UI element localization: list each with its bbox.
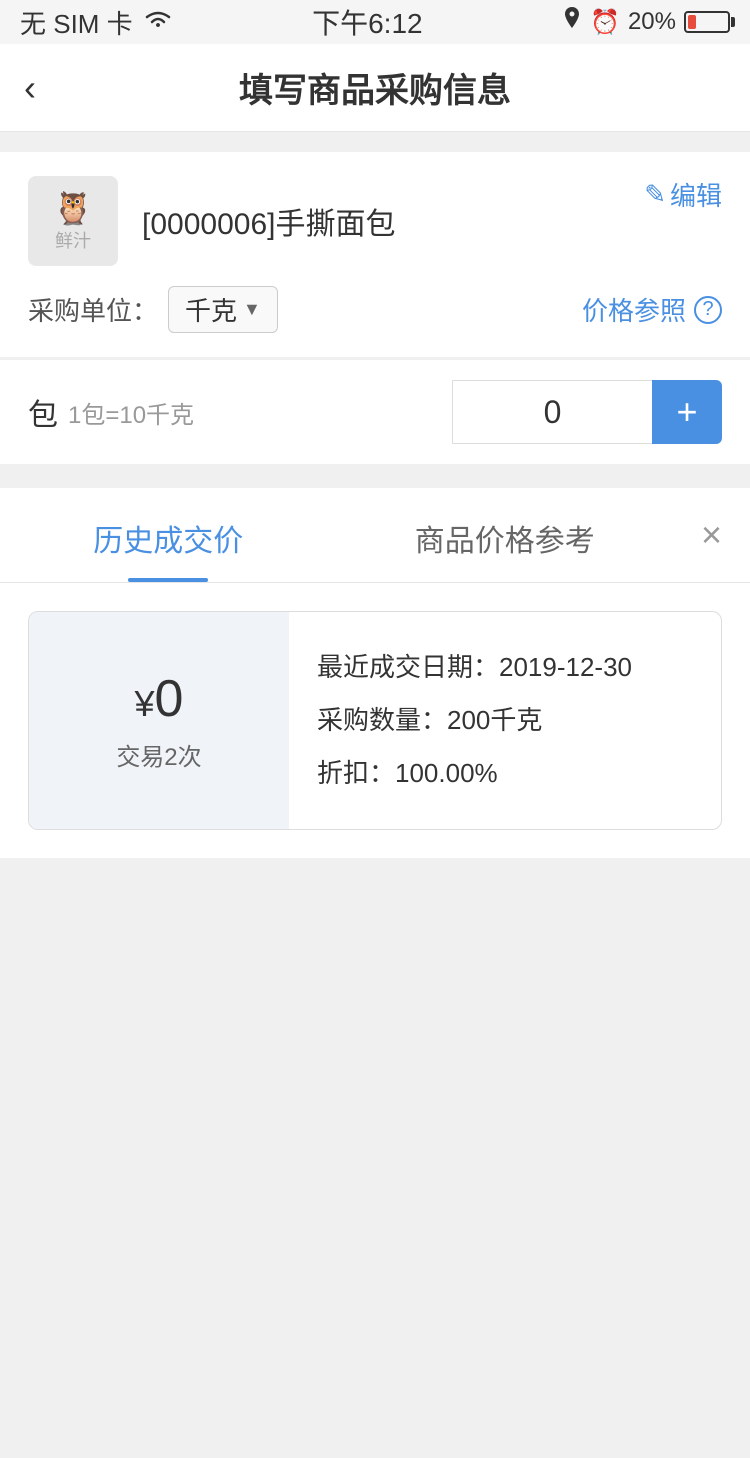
product-thumbnail: 🦉 鲜汁 xyxy=(28,176,118,266)
history-last-deal: 最近成交日期：2019-12-30 xyxy=(317,648,693,687)
unit-value: 千克 xyxy=(185,291,237,328)
alarm-icon: ⏰ xyxy=(590,8,620,37)
dropdown-arrow-icon: ▼ xyxy=(243,299,261,320)
bao-note: 1包=10千克 xyxy=(68,395,194,430)
price-ref-label: 价格参照 xyxy=(582,291,686,328)
tab-history-price[interactable]: 历史成交价 xyxy=(0,488,336,582)
bao-char: 包 xyxy=(28,390,58,434)
last-deal-date: 2019-12-30 xyxy=(499,652,632,682)
history-trades: 交易2次 xyxy=(116,737,201,772)
unit-dropdown[interactable]: 千克 ▼ xyxy=(168,286,278,333)
page-title: 填写商品采购信息 xyxy=(239,63,511,112)
quantity-detail-label: 采购数量： xyxy=(317,705,447,735)
location-icon xyxy=(562,7,582,38)
product-bottom: 采购单位： 千克 ▼ 价格参照 ? xyxy=(28,286,722,333)
history-content: ¥0 交易2次 最近成交日期：2019-12-30 采购数量：200千克 折扣：… xyxy=(0,583,750,858)
quantity-detail-value: 200千克 xyxy=(447,705,542,735)
carrier-text: 无 SIM 卡 xyxy=(20,4,133,41)
edit-button[interactable]: ✎ 编辑 xyxy=(644,176,722,213)
wifi-icon xyxy=(143,7,173,38)
yen-symbol: ¥ xyxy=(135,683,155,724)
owl-label: 鲜汁 xyxy=(55,227,91,253)
discount-label: 折扣： xyxy=(317,758,395,788)
main-content xyxy=(0,858,750,1458)
owl-icon: 🦉 xyxy=(53,189,93,227)
history-discount: 折扣：100.00% xyxy=(317,754,693,793)
status-right: ⏰ 20% xyxy=(562,7,730,38)
nav-bar: ‹ 填写商品采购信息 xyxy=(0,44,750,132)
quantity-input[interactable] xyxy=(452,380,652,444)
edit-label: 编辑 xyxy=(670,176,722,213)
status-time: 下午6:12 xyxy=(312,2,423,42)
product-header: 🦉 鲜汁 [0000006]手撕面包 ✎ 编辑 xyxy=(28,176,722,266)
tabs-header: 历史成交价 商品价格参考 × xyxy=(0,488,750,583)
price-ref-button[interactable]: 价格参照 ? xyxy=(582,291,722,328)
tab-price-ref[interactable]: 商品价格参考 xyxy=(336,488,672,582)
history-card: ¥0 交易2次 最近成交日期：2019-12-30 采购数量：200千克 折扣：… xyxy=(28,611,722,830)
history-price-value: 0 xyxy=(155,670,184,728)
product-card: 🦉 鲜汁 [0000006]手撕面包 ✎ 编辑 采购单位： 千克 ▼ 价格参照 … xyxy=(0,152,750,357)
status-left: 无 SIM 卡 xyxy=(20,4,173,41)
unit-label: 采购单位： xyxy=(28,291,158,328)
history-card-left: ¥0 交易2次 xyxy=(29,612,289,829)
history-card-right: 最近成交日期：2019-12-30 采购数量：200千克 折扣：100.00% xyxy=(289,612,721,829)
status-bar: 无 SIM 卡 下午6:12 ⏰ 20% xyxy=(0,0,750,44)
history-price: ¥0 xyxy=(135,669,184,729)
last-deal-label: 最近成交日期： xyxy=(317,652,499,682)
tab-history-label: 历史成交价 xyxy=(93,525,243,558)
back-button[interactable]: ‹ xyxy=(24,67,36,109)
unit-section: 采购单位： 千克 ▼ xyxy=(28,286,278,333)
quantity-control: + xyxy=(452,380,722,444)
battery-icon xyxy=(684,11,730,33)
history-quantity: 采购数量：200千克 xyxy=(317,701,693,740)
quantity-row: 包 1包=10千克 + xyxy=(0,359,750,464)
battery-percent: 20% xyxy=(628,8,676,36)
product-left: 🦉 鲜汁 [0000006]手撕面包 xyxy=(28,176,395,266)
discount-value: 100.00% xyxy=(395,758,498,788)
tab-close-button[interactable]: × xyxy=(673,514,750,556)
tab-price-ref-label: 商品价格参考 xyxy=(415,525,595,558)
product-name: [0000006]手撕面包 xyxy=(142,199,395,243)
quantity-label: 包 1包=10千克 xyxy=(28,390,194,434)
edit-icon: ✎ xyxy=(644,179,666,210)
tabs-section: 历史成交价 商品价格参考 × ¥0 交易2次 最近成交日期：2019-12-30… xyxy=(0,488,750,858)
help-icon: ? xyxy=(694,296,722,324)
plus-button[interactable]: + xyxy=(652,380,722,444)
